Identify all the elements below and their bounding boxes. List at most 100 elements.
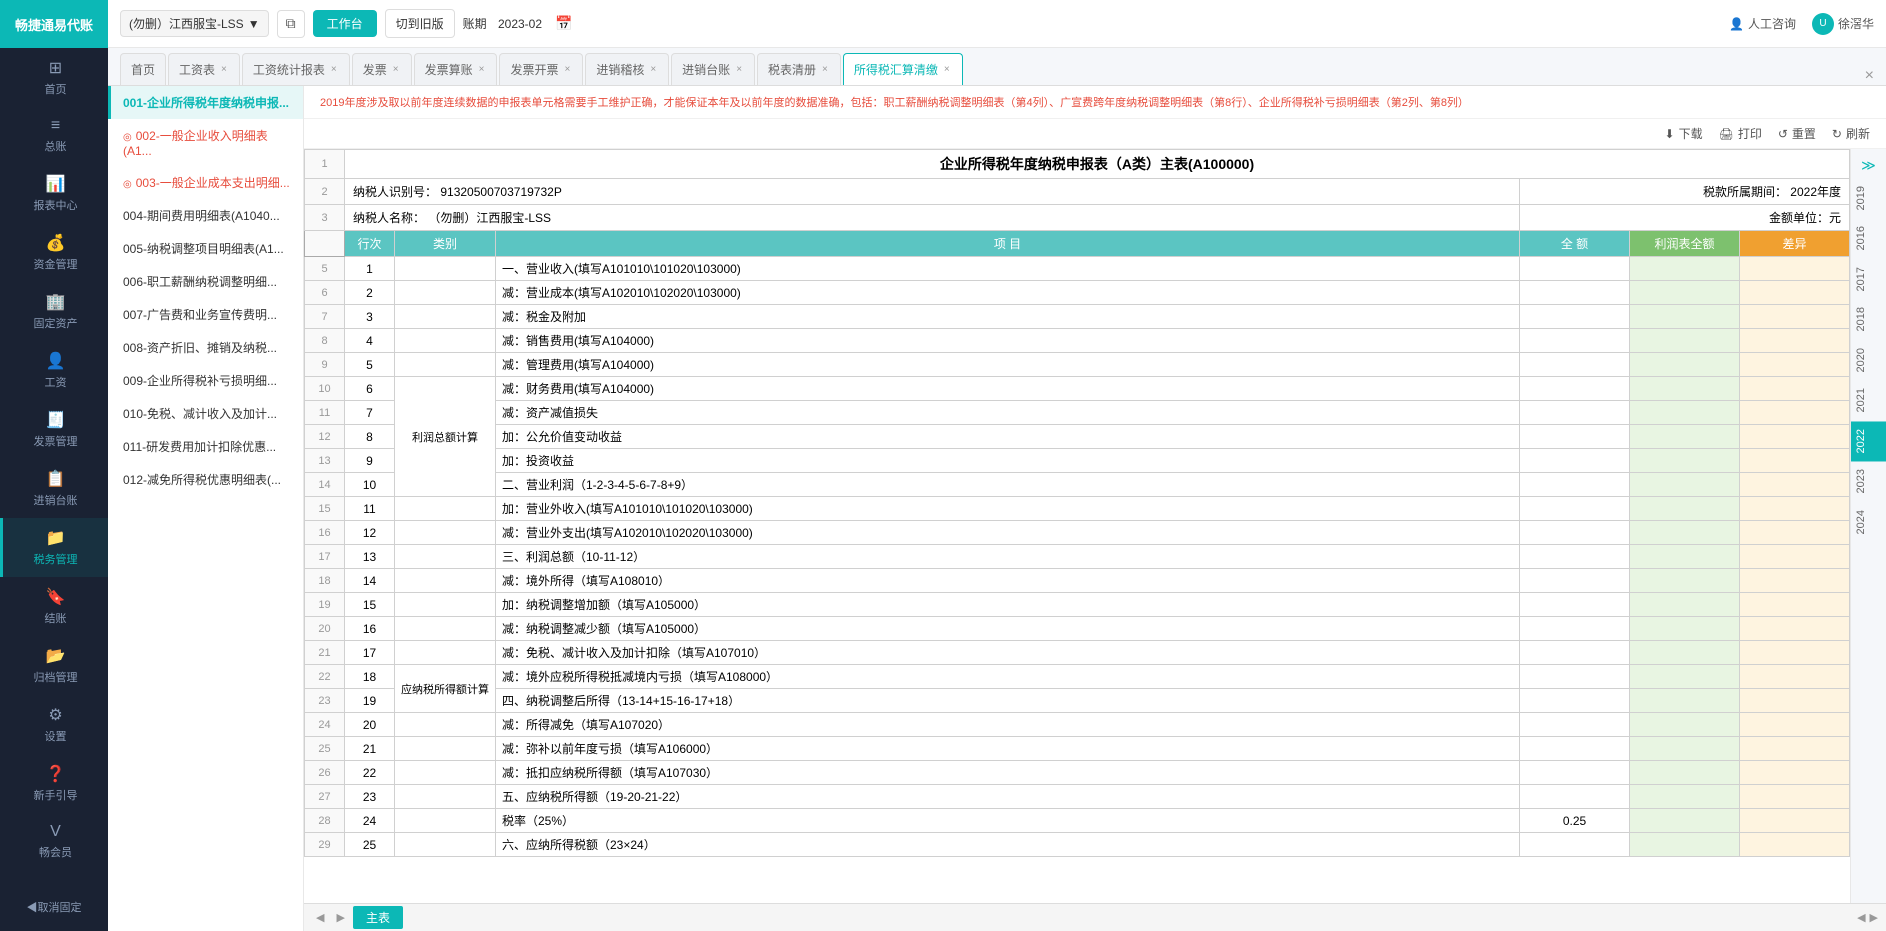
year-item-2018[interactable]: 2018 bbox=[1851, 299, 1886, 339]
year-item-2016[interactable]: 2016 bbox=[1851, 218, 1886, 258]
year-item-2019[interactable]: 2019 bbox=[1851, 178, 1886, 218]
user-name: 徐滘华 bbox=[1838, 15, 1874, 32]
sheet-nav: ◀ ▶ bbox=[312, 909, 349, 926]
copy-icon-button[interactable]: ⧉ bbox=[277, 10, 305, 38]
scroll-next-icon[interactable]: ▶ bbox=[1870, 911, 1878, 924]
currency-cell: 金额单位：元 bbox=[1520, 205, 1850, 231]
reset-button[interactable]: ↺ 重置 bbox=[1778, 125, 1816, 142]
tab-income-tax[interactable]: 所得税汇算清缴 × bbox=[843, 53, 963, 85]
sale-icon: 📋 bbox=[46, 469, 66, 489]
tab-close-icon[interactable]: × bbox=[329, 64, 339, 75]
sidebar-item-label: 归档管理 bbox=[34, 669, 78, 685]
chevron-down-icon: ▼ bbox=[248, 17, 260, 31]
sidebar-item-settlement[interactable]: 🔖 结账 bbox=[0, 577, 108, 636]
tab-close-icon[interactable]: × bbox=[820, 64, 830, 75]
sidebar-item-label: 税务管理 bbox=[34, 551, 78, 567]
tab-sale-led[interactable]: 进销台账 × bbox=[671, 53, 755, 85]
tab-label: 发票算账 bbox=[425, 61, 473, 78]
sidebar-item-finance[interactable]: 💰 资金管理 bbox=[0, 223, 108, 282]
tab-label: 所得税汇算清缴 bbox=[854, 61, 938, 78]
tab-close-icon[interactable]: × bbox=[219, 64, 229, 75]
scroll-prev-icon[interactable]: ◀ bbox=[1857, 911, 1865, 924]
year-item-2020[interactable]: 2020 bbox=[1851, 340, 1886, 380]
left-panel-item-002[interactable]: ◎002-一般企业收入明细表(A1... bbox=[108, 119, 303, 166]
year-item-2021[interactable]: 2021 bbox=[1851, 380, 1886, 420]
year-expand-button[interactable]: ≫ bbox=[1857, 153, 1880, 178]
sheet-next-button[interactable]: ▶ bbox=[332, 909, 348, 926]
sidebar-item-ledger[interactable]: ≡ 总账 bbox=[0, 107, 108, 164]
year-item-2022[interactable]: 2022 bbox=[1851, 421, 1886, 461]
sidebar-item-payroll[interactable]: 👤 工资 bbox=[0, 341, 108, 400]
app-logo: 畅捷通易代账 bbox=[0, 0, 108, 48]
sheet-prev-button[interactable]: ◀ bbox=[312, 909, 328, 926]
left-panel-item-009[interactable]: 009-企业所得税补亏损明细... bbox=[108, 364, 303, 397]
tab-invoice-open[interactable]: 发票开票 × bbox=[499, 53, 583, 85]
tab-payroll[interactable]: 工资表 × bbox=[168, 53, 240, 85]
table-row: 23 19 四、纳税调整后所得（13-14+15-16-17+18） bbox=[305, 689, 1850, 713]
table-row: 18 14 减：境外所得（填写A108010） bbox=[305, 569, 1850, 593]
left-panel-item-003[interactable]: ◎003-一般企业成本支出明细... bbox=[108, 166, 303, 199]
sidebar-item-invoice[interactable]: 🧾 发票管理 bbox=[0, 400, 108, 459]
tax-period-cell: 税款所属期间： 2022年度 bbox=[1520, 179, 1850, 205]
taxpayer-id-cell: 纳税人识别号： 91320500703719732P bbox=[345, 179, 1520, 205]
unpin-button[interactable]: ◀取消固定 bbox=[10, 893, 98, 921]
topbar: (勿删）江西服宝-LSS ▼ ⧉ 工作台 切到旧版 账期 2023-02 📅 👤… bbox=[108, 0, 1886, 48]
left-panel-item-008[interactable]: 008-资产折旧、摊销及纳税... bbox=[108, 331, 303, 364]
sidebar-item-guide[interactable]: ❓ 新手引导 bbox=[0, 754, 108, 813]
table-row: 15 11 加：营业外收入(填写A101010\101020\103000) bbox=[305, 497, 1850, 521]
print-button[interactable]: 🖨 打印 bbox=[1719, 125, 1762, 142]
left-panel-item-010[interactable]: 010-免税、减计收入及加计... bbox=[108, 397, 303, 430]
sidebar-item-tax[interactable]: 📁 税务管理 bbox=[0, 518, 108, 577]
workbench-button[interactable]: 工作台 bbox=[313, 10, 377, 37]
sidebar-item-assets[interactable]: 🏢 固定资产 bbox=[0, 282, 108, 341]
tab-close-icon[interactable]: × bbox=[562, 64, 572, 75]
sidebar-item-label: 资金管理 bbox=[34, 256, 78, 272]
tab-close-icon[interactable]: × bbox=[648, 64, 658, 75]
year-item-2024[interactable]: 2024 bbox=[1851, 502, 1886, 542]
window-close-button[interactable]: × bbox=[1865, 67, 1874, 85]
tab-tax-list[interactable]: 税表清册 × bbox=[757, 53, 841, 85]
tab-invoice[interactable]: 发票 × bbox=[352, 53, 412, 85]
company-selector[interactable]: (勿删）江西服宝-LSS ▼ bbox=[120, 10, 269, 37]
sidebar-item-member[interactable]: V 畅会员 bbox=[0, 813, 108, 870]
left-panel-item-006[interactable]: 006-职工薪酬纳税调整明细... bbox=[108, 265, 303, 298]
sidebar-item-reports[interactable]: 📊 报表中心 bbox=[0, 164, 108, 223]
table-row: 2 纳税人识别号： 91320500703719732P 税款所属期间： 202… bbox=[305, 179, 1850, 205]
right-area: 2019年度涉及取以前年度连续数据的申报表单元格需要手工维护正确，才能保证本年及… bbox=[304, 86, 1886, 931]
sheet-tab-main[interactable]: 主表 bbox=[353, 906, 403, 929]
tab-payroll-stat[interactable]: 工资统计报表 × bbox=[242, 53, 350, 85]
download-button[interactable]: ⬇ 下载 bbox=[1665, 125, 1703, 142]
year-item-2017[interactable]: 2017 bbox=[1851, 259, 1886, 299]
download-icon: ⬇ bbox=[1665, 127, 1675, 141]
left-panel-item-004[interactable]: 004-期间费用明细表(A1040... bbox=[108, 199, 303, 232]
table-row: 12 8 加：公允价值变动收益 bbox=[305, 425, 1850, 449]
sidebar-item-archive[interactable]: 📂 归档管理 bbox=[0, 636, 108, 695]
refresh-label: 刷新 bbox=[1846, 125, 1870, 142]
left-panel-item-012[interactable]: 012-减免所得税优惠明细表(... bbox=[108, 463, 303, 496]
tab-close-icon[interactable]: × bbox=[477, 64, 487, 75]
year-item-2023[interactable]: 2023 bbox=[1851, 461, 1886, 501]
sidebar-item-settings[interactable]: ⚙ 设置 bbox=[0, 695, 108, 754]
table-header-row: 行次 类别 项 目 全 额 利润表全额 差异 bbox=[305, 231, 1850, 257]
table-row: 28 24 税率（25%） 0.25 bbox=[305, 809, 1850, 833]
header-rownum: 行次 bbox=[345, 231, 395, 257]
tab-close-icon[interactable]: × bbox=[734, 64, 744, 75]
user-profile[interactable]: U 徐滘华 bbox=[1812, 13, 1874, 35]
left-panel-item-001[interactable]: 001-企业所得税年度纳税申报... bbox=[108, 86, 303, 119]
left-panel-item-011[interactable]: 011-研发费用加计扣除优惠... bbox=[108, 430, 303, 463]
sidebar-item-home[interactable]: ⊞ 首页 bbox=[0, 48, 108, 107]
tab-close-icon[interactable]: × bbox=[391, 64, 401, 75]
table-wrapper[interactable]: 1 企业所得税年度纳税申报表（A类）主表(A100000) 2 纳税人识别号： … bbox=[304, 149, 1850, 903]
tab-sale-check[interactable]: 进销稽核 × bbox=[585, 53, 669, 85]
left-panel-item-007[interactable]: 007-广告费和业务宣传费明... bbox=[108, 298, 303, 331]
tab-invoice-calc[interactable]: 发票算账 × bbox=[414, 53, 498, 85]
support-button[interactable]: 👤 人工咨询 bbox=[1729, 15, 1796, 32]
tab-close-icon[interactable]: × bbox=[942, 64, 952, 75]
calendar-icon-btn[interactable]: 📅 bbox=[550, 10, 578, 38]
tab-home[interactable]: 首页 bbox=[120, 53, 166, 85]
sidebar-item-saleled[interactable]: 📋 进销台账 bbox=[0, 459, 108, 518]
refresh-button[interactable]: ↻ 刷新 bbox=[1832, 125, 1870, 142]
settings-icon: ⚙ bbox=[48, 705, 62, 725]
oldver-button[interactable]: 切到旧版 bbox=[385, 9, 455, 38]
left-panel-item-005[interactable]: 005-纳税调整项目明细表(A1... bbox=[108, 232, 303, 265]
